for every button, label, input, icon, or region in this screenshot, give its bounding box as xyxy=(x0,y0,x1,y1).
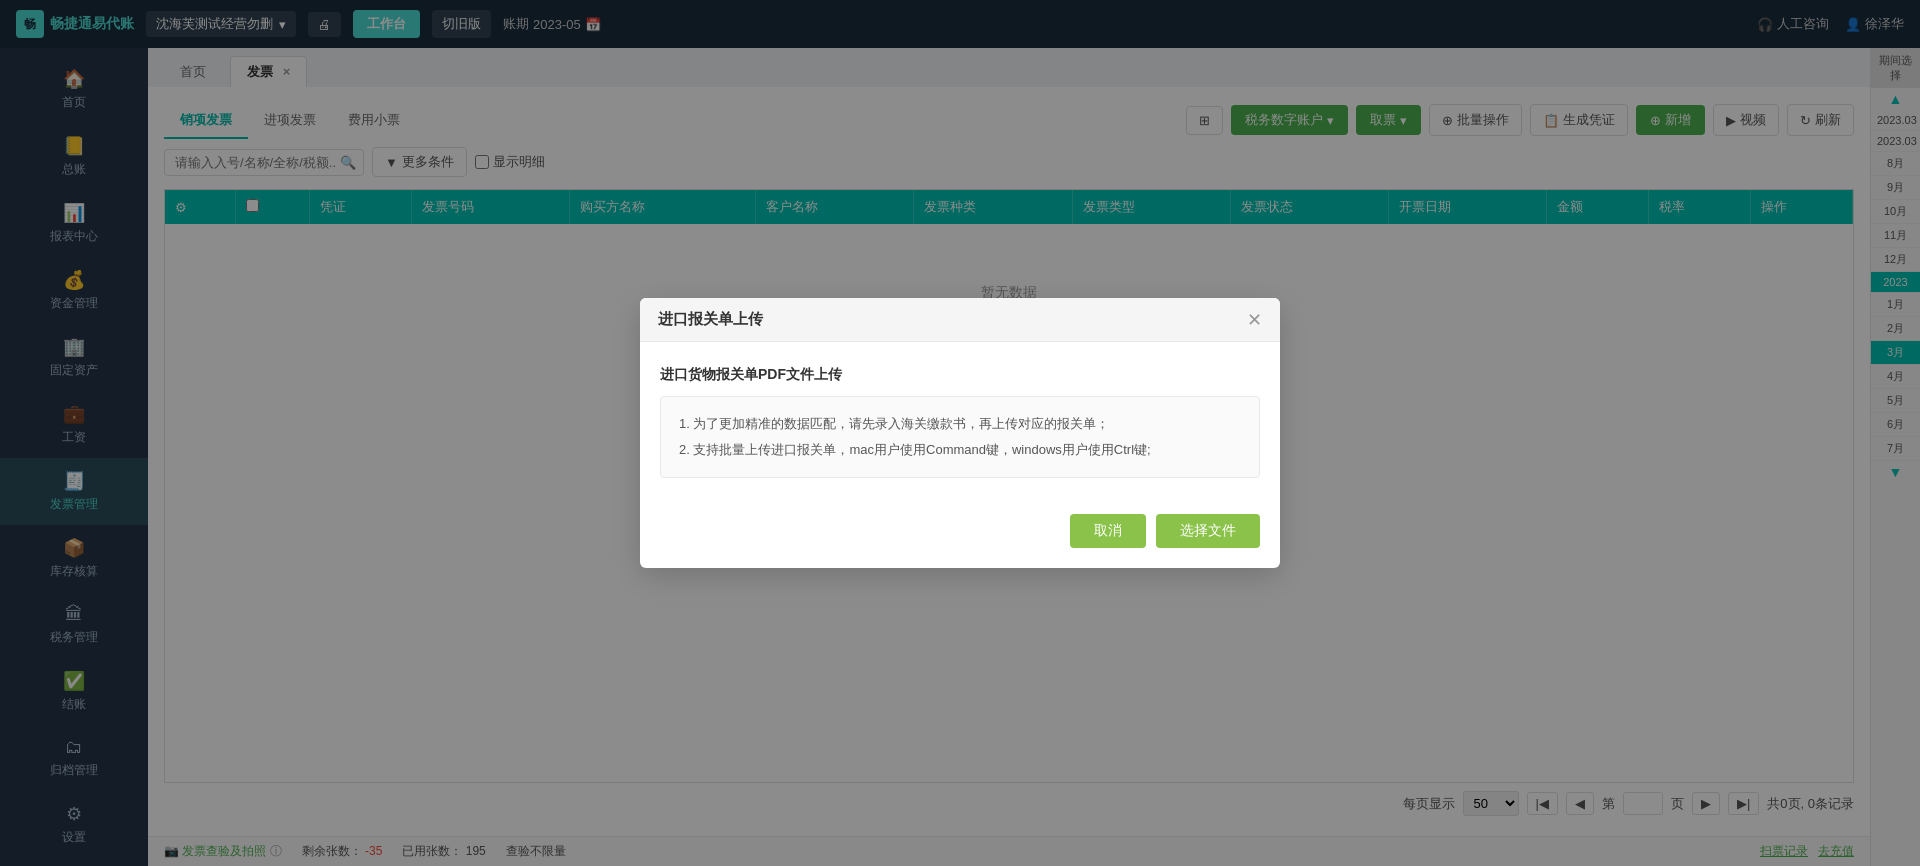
modal-body: 进口货物报关单PDF文件上传 1. 为了更加精准的数据匹配，请先录入海关缴款书，… xyxy=(640,342,1280,502)
modal-box: 进口报关单上传 ✕ 进口货物报关单PDF文件上传 1. 为了更加精准的数据匹配，… xyxy=(640,298,1280,568)
modal-title: 进口报关单上传 xyxy=(658,310,763,329)
modal-info-item-2: 2. 支持批量上传进口报关单，mac用户使用Command键，windows用户… xyxy=(679,437,1241,463)
modal-info-box: 1. 为了更加精准的数据匹配，请先录入海关缴款书，再上传对应的报关单； 2. 支… xyxy=(660,396,1260,478)
modal-overlay: 进口报关单上传 ✕ 进口货物报关单PDF文件上传 1. 为了更加精准的数据匹配，… xyxy=(0,0,1920,866)
modal-header: 进口报关单上传 ✕ xyxy=(640,298,1280,342)
modal-cancel-button[interactable]: 取消 xyxy=(1070,514,1146,548)
modal-footer: 取消 选择文件 xyxy=(640,502,1280,568)
modal-section-title: 进口货物报关单PDF文件上传 xyxy=(660,366,1260,384)
modal-info-item-1: 1. 为了更加精准的数据匹配，请先录入海关缴款书，再上传对应的报关单； xyxy=(679,411,1241,437)
modal-close-button[interactable]: ✕ xyxy=(1247,311,1262,329)
modal-confirm-button[interactable]: 选择文件 xyxy=(1156,514,1260,548)
